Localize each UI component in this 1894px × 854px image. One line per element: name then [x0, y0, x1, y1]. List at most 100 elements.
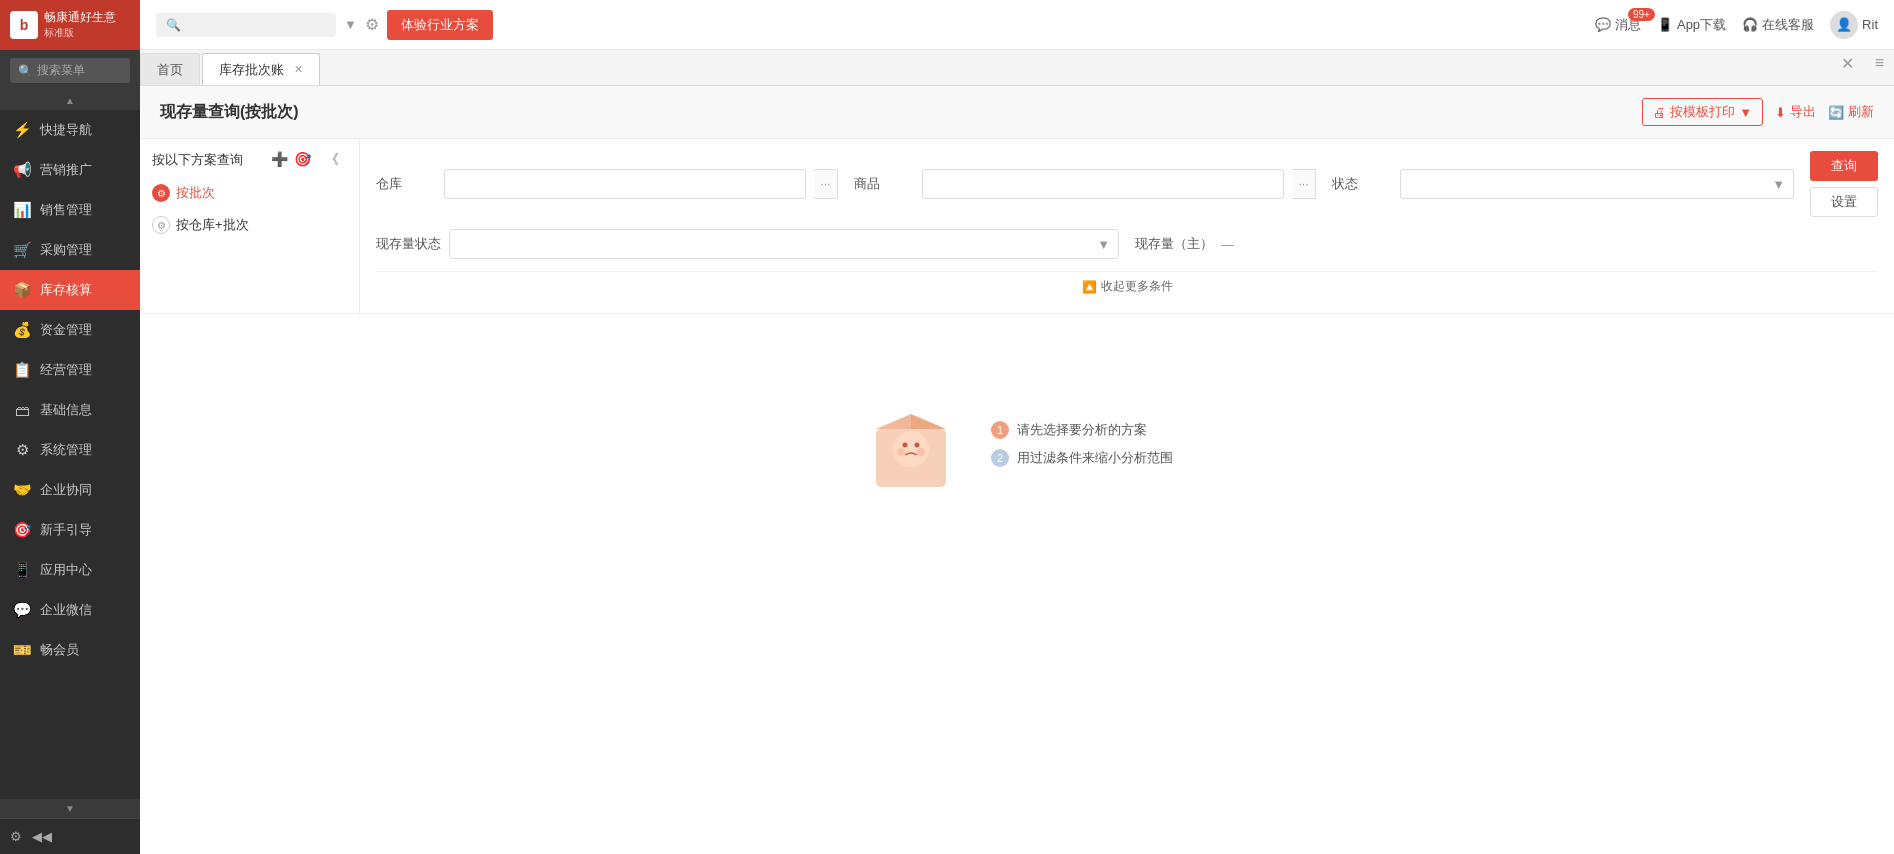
product-input[interactable] — [922, 169, 1284, 199]
tab-home[interactable]: 首页 — [140, 53, 200, 85]
scheme-item-batch[interactable]: ⚙ 按批次 — [140, 177, 359, 209]
tab-inventory-batch-label: 库存批次账 — [219, 61, 284, 79]
query-btn[interactable]: 查询 — [1810, 151, 1878, 181]
tabbar-close-btn[interactable]: ✕ — [1841, 54, 1854, 73]
filter-scheme-label: 按以下方案查询 — [152, 151, 243, 169]
finance-icon: 💰 — [12, 321, 32, 339]
sidebar-item-enterprise[interactable]: 🤝 企业协同 — [0, 470, 140, 510]
filter-scheme-header: 按以下方案查询 ➕ 🎯 《 — [140, 151, 359, 177]
refresh-btn[interactable]: 🔄 刷新 — [1828, 103, 1874, 121]
warehouse-label: 仓库 — [376, 175, 436, 193]
search-icon: 🔍 — [18, 64, 33, 78]
sidebar-item-label: 新手引导 — [40, 521, 92, 539]
empty-state: 1 请先选择要分析的方案 2 用过滤条件来缩小分析范围 — [140, 314, 1894, 574]
collapse-scheme-btn[interactable]: 《 — [317, 151, 347, 169]
stock-status-select[interactable]: ▼ — [449, 229, 1119, 259]
step-num-2: 2 — [991, 449, 1009, 467]
step-num-1: 1 — [991, 421, 1009, 439]
sidebar-item-wechat[interactable]: 💬 企业微信 — [0, 590, 140, 630]
sidebar-item-member[interactable]: 🎫 畅会员 — [0, 630, 140, 670]
sidebar-item-appstore[interactable]: 📱 应用中心 — [0, 550, 140, 590]
sidebar-nav: ⚡ 快捷导航 📢 营销推广 📊 销售管理 🛒 采购管理 📦 库存核算 💰 资金管… — [0, 110, 140, 799]
online-service-label: 在线客服 — [1762, 16, 1814, 34]
svg-point-6 — [897, 448, 905, 456]
add-scheme-icon[interactable]: ➕ — [271, 151, 288, 169]
topbar-left: 🔍 ▼ ⚙ 体验行业方案 — [156, 10, 493, 40]
sidebar-item-label: 畅会员 — [40, 641, 79, 659]
app-edition: 标准版 — [44, 26, 116, 40]
scheme-label-warehouse-batch: 按仓库+批次 — [176, 216, 249, 234]
filter-collapse-row[interactable]: 🔼 收起更多条件 — [376, 271, 1878, 301]
warehouse-more-btn[interactable]: ··· — [814, 169, 838, 199]
sidebar-search[interactable]: 🔍 搜索菜单 — [0, 50, 140, 91]
sidebar-item-system[interactable]: ⚙ 系统管理 — [0, 430, 140, 470]
collapse-label: 收起更多条件 — [1101, 278, 1173, 295]
filter-field-stock-qty: 现存量（主） — — [1135, 235, 1878, 253]
status-dropdown-icon: ▼ — [1772, 177, 1785, 192]
sidebar-item-basic[interactable]: 🗃 基础信息 — [0, 390, 140, 430]
app-download-btn[interactable]: 📱 App下载 — [1657, 16, 1726, 34]
tabbar-extra-btn[interactable]: ≡ — [1875, 54, 1884, 72]
empty-step-1: 1 请先选择要分析的方案 — [991, 421, 1173, 439]
svg-marker-1 — [876, 414, 911, 429]
warehouse-input[interactable] — [444, 169, 806, 199]
member-icon: 🎫 — [12, 641, 32, 659]
avatar-placeholder: 👤 — [1836, 17, 1852, 32]
topbar-right: 💬 消息 99+ 📱 App下载 🎧 在线客服 👤 Rit — [1595, 11, 1878, 39]
message-badge: 99+ — [1628, 8, 1655, 21]
online-service-icon: 🎧 — [1742, 17, 1758, 32]
product-more-btn[interactable]: ··· — [1292, 169, 1316, 199]
sidebar-item-label: 快捷导航 — [40, 121, 92, 139]
sidebar-item-marketing[interactable]: 📢 营销推广 — [0, 150, 140, 190]
app-name: 畅康通好生意 — [44, 10, 116, 26]
empty-steps: 1 请先选择要分析的方案 2 用过滤条件来缩小分析范围 — [991, 421, 1173, 467]
sidebar-item-sales[interactable]: 📊 销售管理 — [0, 190, 140, 230]
search-menu-input[interactable]: 🔍 搜索菜单 — [10, 58, 130, 83]
content-area: 现存量查询(按批次) 🖨 按模板打印 ▼ ⬇ 导出 🔄 刷新 — [140, 86, 1894, 854]
online-service-btn[interactable]: 🎧 在线客服 — [1742, 16, 1814, 34]
global-search-box[interactable]: 🔍 — [156, 13, 336, 37]
sidebar-item-inventory[interactable]: 📦 库存核算 — [0, 270, 140, 310]
tab-inventory-batch-close[interactable]: ✕ — [294, 63, 303, 76]
sidebar-item-purchase[interactable]: 🛒 采购管理 — [0, 230, 140, 270]
search-dropdown-icon[interactable]: ▼ — [344, 17, 357, 32]
empty-step-2: 2 用过滤条件来缩小分析范围 — [991, 449, 1173, 467]
topbar: 🔍 ▼ ⚙ 体验行业方案 💬 消息 99+ 📱 App下载 🎧 在线客服 — [140, 0, 1894, 50]
tab-inventory-batch[interactable]: 库存批次账 ✕ — [202, 53, 320, 85]
empty-illustration — [861, 394, 961, 494]
sidebar-scroll-up[interactable]: ▲ — [0, 91, 140, 110]
quick-nav-icon: ⚡ — [12, 121, 32, 139]
sidebar-item-quick-nav[interactable]: ⚡ 快捷导航 — [0, 110, 140, 150]
settings-icon[interactable]: ⚙ — [10, 829, 22, 844]
topbar-gear-icon[interactable]: ⚙ — [365, 15, 379, 34]
export-btn[interactable]: ⬇ 导出 — [1775, 103, 1816, 121]
scheme-item-warehouse-batch[interactable]: ⚙ 按仓库+批次 — [140, 209, 359, 241]
tabbar: 首页 库存批次账 ✕ ✕ ≡ — [140, 50, 1894, 86]
sidebar-item-label: 企业微信 — [40, 601, 92, 619]
global-search-input[interactable] — [187, 18, 326, 32]
trial-btn[interactable]: 体验行业方案 — [387, 10, 493, 40]
message-btn[interactable]: 💬 消息 99+ — [1595, 16, 1641, 34]
sidebar: b 畅康通好生意 标准版 🔍 搜索菜单 ▲ ⚡ 快捷导航 📢 营销推广 📊 销售… — [0, 0, 140, 854]
product-label: 商品 — [854, 175, 914, 193]
user-menu[interactable]: 👤 Rit — [1830, 11, 1878, 39]
sidebar-item-operation[interactable]: 📋 经营管理 — [0, 350, 140, 390]
settings-btn[interactable]: 设置 — [1810, 187, 1878, 217]
sidebar-item-label: 库存核算 — [40, 281, 92, 299]
print-btn[interactable]: 🖨 按模板打印 ▼ — [1642, 98, 1763, 126]
user-name: Rit — [1862, 17, 1878, 32]
svg-point-7 — [917, 448, 925, 456]
sidebar-item-newbie[interactable]: 🎯 新手引导 — [0, 510, 140, 550]
sidebar-scroll-down[interactable]: ▼ — [0, 799, 140, 818]
print-dropdown-icon[interactable]: ▼ — [1739, 105, 1752, 120]
search-menu-label: 搜索菜单 — [37, 62, 85, 79]
collapse-sidebar-icon[interactable]: ◀◀ — [32, 829, 52, 844]
svg-marker-2 — [911, 414, 946, 429]
status-select[interactable]: ▼ — [1400, 169, 1794, 199]
message-icon: 💬 — [1595, 17, 1611, 32]
sidebar-item-finance[interactable]: 💰 资金管理 — [0, 310, 140, 350]
export-label: 导出 — [1790, 103, 1816, 121]
settings-scheme-icon[interactable]: 🎯 — [294, 151, 311, 169]
svg-point-5 — [915, 443, 920, 448]
sidebar-item-label: 销售管理 — [40, 201, 92, 219]
